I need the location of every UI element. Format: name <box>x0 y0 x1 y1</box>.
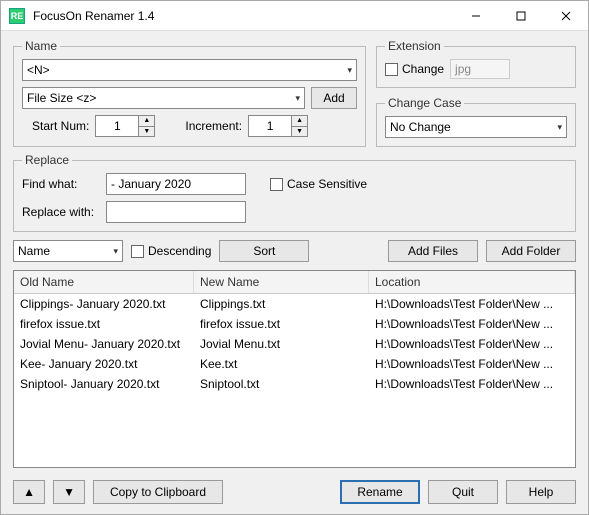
cell-old: Sniptool- January 2020.txt <box>14 375 194 393</box>
table-row[interactable]: Jovial Menu- January 2020.txtJovial Menu… <box>14 334 575 354</box>
change-extension-checkbox[interactable]: Change <box>385 62 444 76</box>
increment-spinner[interactable]: ▲▼ <box>248 115 308 137</box>
col-oldname[interactable]: Old Name <box>14 271 194 293</box>
findwhat-input[interactable] <box>106 173 246 195</box>
cell-new: Jovial Menu.txt <box>194 335 369 353</box>
startnum-label: Start Num: <box>32 119 89 133</box>
replace-legend: Replace <box>22 153 72 167</box>
increment-input[interactable] <box>248 115 292 137</box>
spin-down-icon[interactable]: ▼ <box>139 126 155 138</box>
checkbox-icon <box>270 178 283 191</box>
rename-button[interactable]: Rename <box>340 480 420 504</box>
replace-group: Replace Find what: Case Sensitive Replac… <box>13 153 576 232</box>
change-ext-label: Change <box>402 62 444 76</box>
table-row[interactable]: Clippings- January 2020.txtClippings.txt… <box>14 294 575 314</box>
cell-loc: H:\Downloads\Test Folder\New ... <box>369 295 575 313</box>
table-row[interactable]: firefox issue.txtfirefox issue.txtH:\Dow… <box>14 314 575 334</box>
extension-value: jpg <box>450 59 510 79</box>
window-title: FocusOn Renamer 1.4 <box>33 9 453 23</box>
extension-legend: Extension <box>385 39 444 53</box>
extension-group: Extension Change jpg <box>376 39 576 88</box>
minimize-button[interactable] <box>453 1 498 30</box>
app-icon: RE <box>9 8 25 24</box>
changecase-legend: Change Case <box>385 96 464 110</box>
name-group: Name <N> ▾ File Size <z> ▾ Add Start Num… <box>13 39 366 147</box>
window-controls <box>453 1 588 30</box>
spin-down-icon[interactable]: ▼ <box>292 126 308 138</box>
chevron-down-icon: ▾ <box>347 65 352 76</box>
casesensitive-label: Case Sensitive <box>287 177 367 191</box>
cell-new: Sniptool.txt <box>194 375 369 393</box>
chevron-down-icon: ▾ <box>113 246 118 257</box>
name-pattern-value: <N> <box>27 63 50 77</box>
findwhat-label: Find what: <box>22 177 100 191</box>
copy-clipboard-button[interactable]: Copy to Clipboard <box>93 480 223 504</box>
maximize-button[interactable] <box>498 1 543 30</box>
help-button[interactable]: Help <box>506 480 576 504</box>
list-body: Clippings- January 2020.txtClippings.txt… <box>14 294 575 467</box>
cell-old: Clippings- January 2020.txt <box>14 295 194 313</box>
casesensitive-checkbox[interactable]: Case Sensitive <box>270 177 367 191</box>
col-location[interactable]: Location <box>369 271 575 293</box>
quit-button[interactable]: Quit <box>428 480 498 504</box>
col-newname[interactable]: New Name <box>194 271 369 293</box>
name-pattern-combo[interactable]: <N> ▾ <box>22 59 357 81</box>
increment-label: Increment: <box>185 119 242 133</box>
startnum-spinner[interactable]: ▲▼ <box>95 115 155 137</box>
replacewith-label: Replace with: <box>22 205 100 219</box>
changecase-group: Change Case No Change ▾ <box>376 96 576 147</box>
cell-new: Kee.txt <box>194 355 369 373</box>
cell-new: firefox issue.txt <box>194 315 369 333</box>
cell-loc: H:\Downloads\Test Folder\New ... <box>369 315 575 333</box>
bottom-toolbar: ▲ ▼ Copy to Clipboard Rename Quit Help <box>13 480 576 504</box>
titlebar[interactable]: RE FocusOn Renamer 1.4 <box>1 1 588 31</box>
table-row[interactable]: Kee- January 2020.txtKee.txtH:\Downloads… <box>14 354 575 374</box>
close-button[interactable] <box>543 1 588 30</box>
content-area: Name <N> ▾ File Size <z> ▾ Add Start Num… <box>1 31 588 514</box>
name-legend: Name <box>22 39 60 53</box>
changecase-value: No Change <box>390 120 451 134</box>
cell-old: firefox issue.txt <box>14 315 194 333</box>
app-window: RE FocusOn Renamer 1.4 Name <N> ▾ File S… <box>0 0 589 515</box>
sortby-combo[interactable]: Name ▾ <box>13 240 123 262</box>
descending-label: Descending <box>148 244 211 258</box>
table-row[interactable]: Sniptool- January 2020.txtSniptool.txtH:… <box>14 374 575 394</box>
cell-loc: H:\Downloads\Test Folder\New ... <box>369 335 575 353</box>
moveup-button[interactable]: ▲ <box>13 480 45 504</box>
sort-toolbar: Name ▾ Descending Sort Add Files Add Fol… <box>13 240 576 262</box>
cell-old: Kee- January 2020.txt <box>14 355 194 373</box>
list-header: Old Name New Name Location <box>14 271 575 294</box>
addfiles-button[interactable]: Add Files <box>388 240 478 262</box>
cell-old: Jovial Menu- January 2020.txt <box>14 335 194 353</box>
add-token-button[interactable]: Add <box>311 87 357 109</box>
replacewith-input[interactable] <box>106 201 246 223</box>
addfolder-button[interactable]: Add Folder <box>486 240 576 262</box>
checkbox-icon <box>131 245 144 258</box>
sort-button[interactable]: Sort <box>219 240 309 262</box>
spin-up-icon[interactable]: ▲ <box>139 115 155 126</box>
cell-loc: H:\Downloads\Test Folder\New ... <box>369 375 575 393</box>
spin-up-icon[interactable]: ▲ <box>292 115 308 126</box>
insert-token-combo[interactable]: File Size <z> ▾ <box>22 87 305 109</box>
file-list[interactable]: Old Name New Name Location Clippings- Ja… <box>13 270 576 468</box>
insert-token-value: File Size <z> <box>27 91 96 105</box>
sortby-value: Name <box>18 244 50 258</box>
chevron-down-icon: ▾ <box>557 122 562 133</box>
chevron-down-icon: ▾ <box>295 93 300 104</box>
changecase-combo[interactable]: No Change ▾ <box>385 116 567 138</box>
cell-new: Clippings.txt <box>194 295 369 313</box>
descending-checkbox[interactable]: Descending <box>131 244 211 258</box>
cell-loc: H:\Downloads\Test Folder\New ... <box>369 355 575 373</box>
startnum-input[interactable] <box>95 115 139 137</box>
checkbox-icon <box>385 63 398 76</box>
movedown-button[interactable]: ▼ <box>53 480 85 504</box>
